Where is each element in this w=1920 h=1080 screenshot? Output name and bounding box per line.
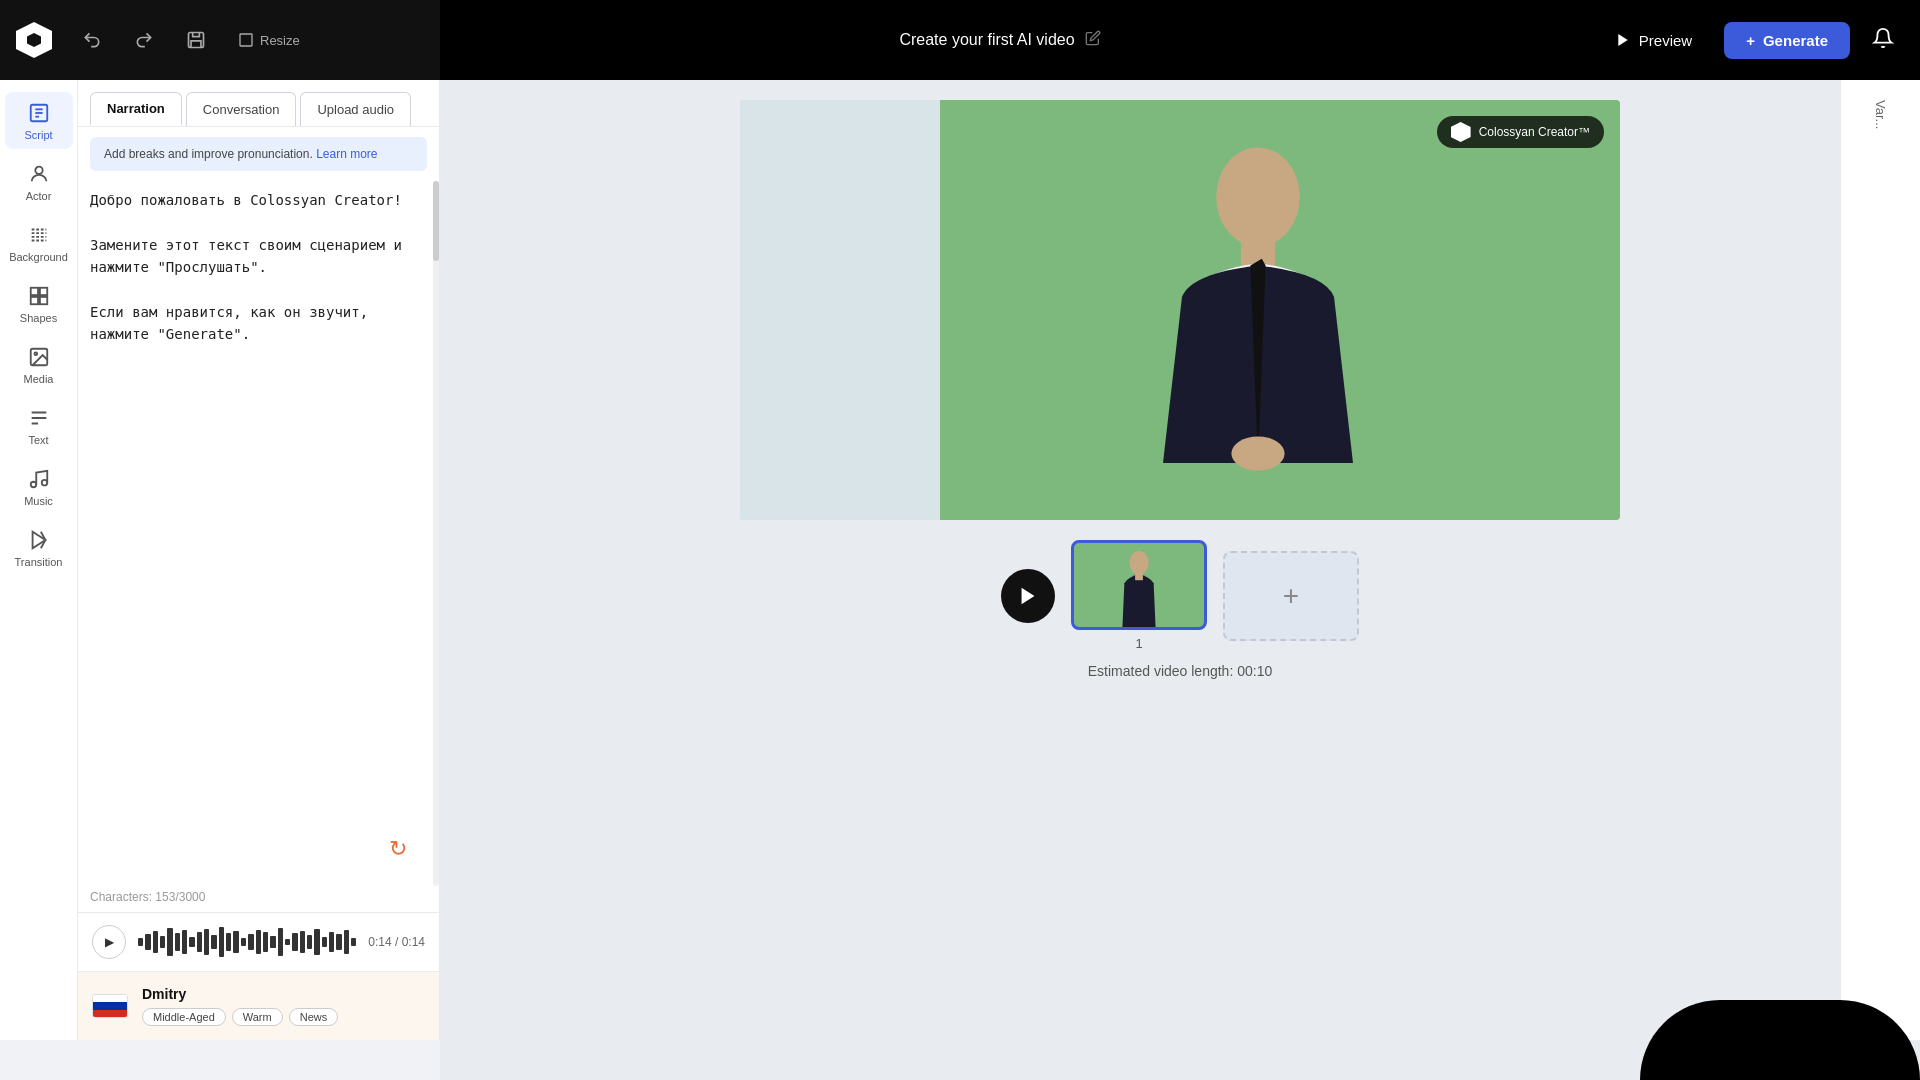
tab-upload-audio[interactable]: Upload audio — [300, 92, 411, 126]
svg-point-18 — [30, 482, 36, 488]
svg-point-17 — [34, 352, 37, 355]
sidebar-icons: Script Actor Background Shapes Media — [0, 80, 78, 1040]
actor-figure — [1128, 140, 1388, 520]
svg-rect-13 — [39, 288, 46, 295]
timeline: 1 + — [1001, 540, 1359, 651]
app-logo — [16, 22, 52, 58]
resize-label: Resize — [260, 33, 300, 48]
top-bar: Resize Create your first AI video Previe… — [0, 0, 1920, 80]
audio-play-button[interactable]: ▶ — [92, 925, 126, 959]
script-panel: Narration Conversation Upload audio Add … — [78, 80, 440, 1040]
edit-title-icon[interactable] — [1085, 30, 1101, 50]
watermark: Colossyan Creator™ — [1437, 116, 1604, 148]
svg-point-21 — [1216, 148, 1300, 247]
top-bar-center: Create your first AI video — [440, 0, 1560, 80]
video-preview: Colossyan Creator™ — [740, 100, 1620, 520]
actor-card[interactable]: Dmitry Middle-Aged Warm News — [78, 971, 439, 1040]
sidebar-item-text[interactable]: Text — [5, 397, 73, 454]
audio-timestamp: 0:14 / 0:14 — [368, 935, 425, 949]
audio-player: ▶ — [78, 912, 439, 971]
timeline-play-button[interactable] — [1001, 569, 1055, 623]
scrollbar-thumb[interactable] — [433, 181, 439, 261]
svg-marker-24 — [1022, 587, 1035, 604]
watermark-logo — [1451, 122, 1471, 142]
sidebar-item-actor[interactable]: Actor — [5, 153, 73, 210]
svg-point-7 — [35, 167, 42, 174]
notifications-button[interactable] — [1866, 21, 1900, 60]
add-slide-button[interactable]: + — [1223, 551, 1359, 641]
sidebar-item-transition[interactable]: Transition — [5, 519, 73, 576]
pronunciation-tip: Add breaks and improve pronunciation. Le… — [90, 137, 427, 171]
sidebar-item-media[interactable]: Media — [5, 336, 73, 393]
svg-rect-26 — [1135, 572, 1143, 580]
variant-label: Var... — [1873, 100, 1888, 129]
audio-waveform — [138, 926, 356, 958]
slide-1-container: 1 — [1071, 540, 1207, 651]
svg-rect-12 — [30, 288, 37, 295]
script-tabs: Narration Conversation Upload audio — [78, 80, 439, 127]
top-bar-right: Preview + Generate — [1560, 0, 1920, 80]
svg-rect-15 — [39, 297, 46, 304]
estimated-length: Estimated video length: 00:10 — [1088, 663, 1272, 679]
svg-point-19 — [41, 480, 47, 486]
canvas-area: Colossyan Creator™ 1 + Estimated video l… — [440, 80, 1920, 1080]
tab-narration[interactable]: Narration — [90, 92, 182, 126]
script-textarea[interactable] — [90, 189, 427, 489]
svg-rect-14 — [30, 297, 37, 304]
tab-conversation[interactable]: Conversation — [186, 92, 297, 126]
preview-button[interactable]: Preview — [1599, 24, 1708, 57]
actor-tag-genre: News — [289, 1008, 339, 1026]
learn-more-link[interactable]: Learn more — [316, 147, 377, 161]
sidebar-item-shapes[interactable]: Shapes — [5, 275, 73, 332]
sidebar-item-background[interactable]: Background — [5, 214, 73, 271]
svg-rect-1 — [240, 34, 252, 46]
toolbar-tools: Resize — [76, 24, 306, 56]
project-title: Create your first AI video — [899, 31, 1074, 49]
svg-marker-2 — [1618, 34, 1627, 46]
redo-button[interactable] — [128, 24, 160, 56]
actor-tag-style: Warm — [232, 1008, 283, 1026]
generate-button[interactable]: + Generate — [1724, 22, 1850, 59]
character-count: Characters: 153/3000 — [78, 886, 439, 912]
script-text-container: ↻ — [78, 181, 439, 886]
actor-info: Dmitry Middle-Aged Warm News — [142, 986, 338, 1026]
actor-tag-age: Middle-Aged — [142, 1008, 226, 1026]
actor-flag — [92, 994, 128, 1018]
sidebar-item-script[interactable]: Script — [5, 92, 73, 149]
scrollbar-track[interactable] — [433, 181, 439, 886]
svg-point-25 — [1129, 551, 1149, 574]
top-bar-left: Resize — [0, 0, 440, 80]
watermark-text: Colossyan Creator™ — [1479, 125, 1590, 139]
save-button[interactable] — [180, 24, 212, 56]
video-bg-left — [740, 100, 940, 520]
slide-1-number: 1 — [1071, 636, 1207, 651]
actor-tags: Middle-Aged Warm News — [142, 1008, 338, 1026]
svg-point-23 — [1231, 436, 1284, 470]
right-panel: Var... — [1840, 80, 1920, 1040]
actor-name: Dmitry — [142, 986, 338, 1002]
bottom-arc-decoration — [1640, 1000, 1920, 1080]
refresh-script-icon[interactable]: ↻ — [389, 836, 419, 866]
sidebar-item-music[interactable]: Music — [5, 458, 73, 515]
undo-button[interactable] — [76, 24, 108, 56]
resize-button[interactable]: Resize — [232, 26, 306, 54]
slide-1-thumbnail[interactable] — [1071, 540, 1207, 630]
svg-marker-20 — [32, 532, 45, 549]
